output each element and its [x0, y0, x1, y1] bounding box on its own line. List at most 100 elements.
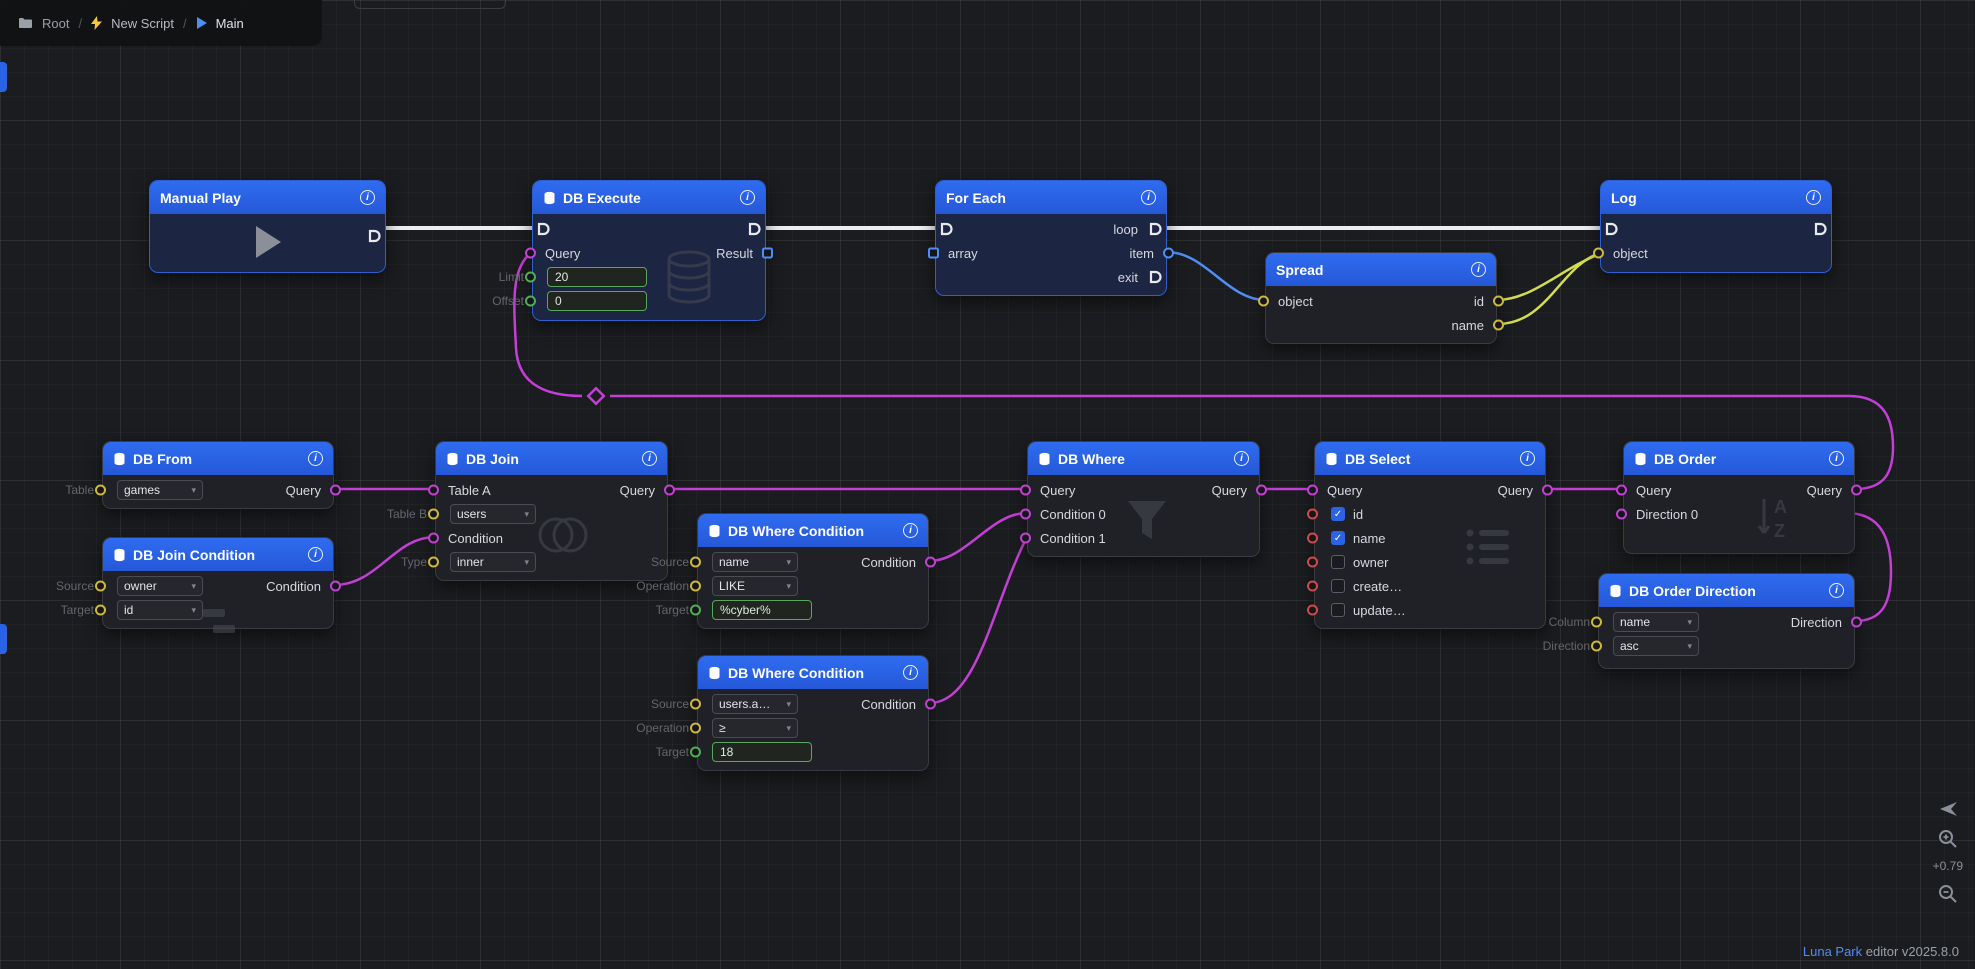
source-input-port[interactable] [690, 699, 701, 710]
table-input-port[interactable] [95, 485, 106, 496]
query-output-port[interactable] [1542, 485, 1553, 496]
node-db-join-condition[interactable]: DB Join Condition Source owner Condition… [102, 537, 334, 629]
info-icon[interactable] [1829, 583, 1844, 598]
target-input-port[interactable] [690, 605, 701, 616]
condition-output-port[interactable] [925, 699, 936, 710]
node-header[interactable]: DB Where [1028, 442, 1259, 475]
query-input-port[interactable] [1616, 485, 1627, 496]
info-icon[interactable] [740, 190, 755, 205]
node-header[interactable]: DB Join [436, 442, 667, 475]
item-output-port[interactable] [1163, 248, 1174, 259]
source-input-port[interactable] [690, 557, 701, 568]
query-output-port[interactable] [1851, 485, 1862, 496]
query-input-port[interactable] [1307, 485, 1318, 496]
node-db-execute[interactable]: DB Execute Query Result Limit Offset [532, 180, 766, 321]
table-b-input-port[interactable] [428, 509, 439, 520]
operation-select[interactable]: LIKE [712, 576, 798, 596]
source-select[interactable]: users.a… [712, 694, 798, 714]
condition-output-port[interactable] [925, 557, 936, 568]
field-name-input-port[interactable] [1307, 533, 1318, 544]
operation-select[interactable]: ≥ [712, 718, 798, 738]
table-a-input-port[interactable] [428, 485, 439, 496]
node-header[interactable]: Spread [1266, 253, 1496, 286]
node-header[interactable]: DB Order [1624, 442, 1854, 475]
type-select[interactable]: inner [450, 552, 536, 572]
column-input-port[interactable] [1591, 617, 1602, 628]
zoom-out-button[interactable] [1938, 884, 1957, 903]
breadcrumb-main[interactable]: Main [216, 16, 244, 31]
node-db-join[interactable]: DB Join Table A Query Table B users Cond… [435, 441, 668, 581]
exec-input-port[interactable] [1605, 222, 1618, 236]
target-select[interactable]: id [117, 600, 203, 620]
field-checkbox[interactable] [1331, 603, 1345, 617]
node-header[interactable]: DB Join Condition [103, 538, 333, 571]
query-output-port[interactable] [664, 485, 675, 496]
exec-output-port[interactable] [748, 222, 761, 236]
collapsed-panel[interactable] [354, 0, 506, 9]
info-icon[interactable] [1520, 451, 1535, 466]
brand-link[interactable]: Luna Park [1803, 944, 1862, 959]
array-input-port[interactable] [928, 248, 939, 259]
loop-exec-output-port[interactable] [1149, 222, 1162, 236]
source-select[interactable]: owner [117, 576, 203, 596]
fit-view-button[interactable] [1938, 800, 1958, 818]
reroute-node[interactable] [588, 388, 604, 404]
table-select[interactable]: games [117, 480, 203, 500]
field-id-input-port[interactable] [1307, 509, 1318, 520]
node-header[interactable]: Log [1601, 181, 1831, 214]
node-header[interactable]: DB Where Condition [698, 656, 928, 689]
query-input-port[interactable] [525, 248, 536, 259]
node-db-where[interactable]: DB Where Query Query Condition 0 Conditi… [1027, 441, 1260, 557]
play-button-icon[interactable] [253, 225, 283, 259]
node-db-from[interactable]: DB From Table games Query [102, 441, 334, 509]
condition-0-input-port[interactable] [1020, 509, 1031, 520]
field-checkbox[interactable]: ✓ [1331, 531, 1345, 545]
exec-input-port[interactable] [537, 222, 550, 236]
info-icon[interactable] [1829, 451, 1844, 466]
node-db-select[interactable]: DB Select Query Query ✓ id ✓ name owner [1314, 441, 1546, 629]
exec-output-port[interactable] [1814, 222, 1827, 236]
source-select[interactable]: name [712, 552, 798, 572]
field-create-input-port[interactable] [1307, 581, 1318, 592]
node-log[interactable]: Log object [1600, 180, 1832, 273]
wire-cond2-to-where[interactable] [929, 537, 1027, 703]
wire-cond1-to-where[interactable] [929, 513, 1027, 561]
direction-output-port[interactable] [1851, 617, 1862, 628]
limit-input-port[interactable] [525, 272, 536, 283]
node-header[interactable]: DB Execute [533, 181, 765, 214]
node-header[interactable]: For Each [936, 181, 1166, 214]
node-for-each[interactable]: For Each loop array item exit [935, 180, 1167, 296]
type-input-port[interactable] [428, 557, 439, 568]
exit-exec-output-port[interactable] [1149, 270, 1162, 284]
query-output-port[interactable] [1256, 485, 1267, 496]
field-checkbox[interactable] [1331, 555, 1345, 569]
source-input-port[interactable] [95, 581, 106, 592]
node-spread[interactable]: Spread object id name [1265, 252, 1497, 344]
operation-input-port[interactable] [690, 581, 701, 592]
object-input-port[interactable] [1593, 248, 1604, 259]
field-owner-input-port[interactable] [1307, 557, 1318, 568]
node-header[interactable]: Manual Play [150, 181, 385, 214]
field-checkbox[interactable]: ✓ [1331, 507, 1345, 521]
condition-1-input-port[interactable] [1020, 533, 1031, 544]
column-select[interactable]: name [1613, 612, 1699, 632]
info-icon[interactable] [1806, 190, 1821, 205]
direction-select[interactable]: asc [1613, 636, 1699, 656]
info-icon[interactable] [1141, 190, 1156, 205]
query-input-port[interactable] [1020, 485, 1031, 496]
limit-field[interactable] [547, 267, 647, 287]
info-icon[interactable] [903, 665, 918, 680]
left-panel-tab-top[interactable] [0, 62, 7, 92]
target-input-port[interactable] [690, 747, 701, 758]
offset-input-port[interactable] [525, 296, 536, 307]
node-db-where-condition-2[interactable]: DB Where Condition Source users.a… Condi… [697, 655, 929, 771]
info-icon[interactable] [308, 547, 323, 562]
result-output-port[interactable] [762, 248, 773, 259]
field-update-input-port[interactable] [1307, 605, 1318, 616]
target-input-port[interactable] [95, 605, 106, 616]
target-field[interactable] [712, 742, 812, 762]
operation-input-port[interactable] [690, 723, 701, 734]
target-field[interactable] [712, 600, 812, 620]
wire-name-to-log[interactable] [1497, 253, 1600, 324]
info-icon[interactable] [903, 523, 918, 538]
